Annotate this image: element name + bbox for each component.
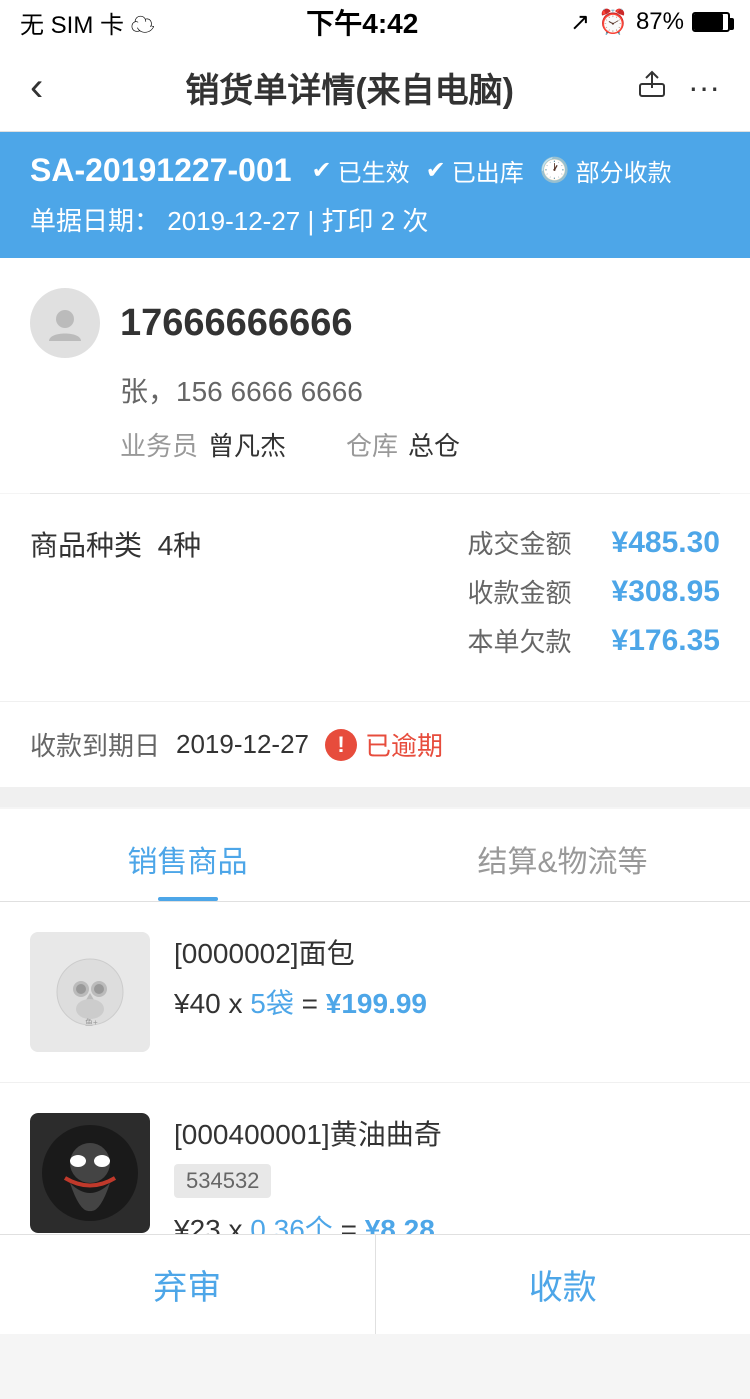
bottom-actions: 弃审 收款 [0, 1234, 750, 1334]
check-icon-1: ✔ [312, 156, 332, 185]
overdue-icon: ! [325, 729, 357, 761]
back-button[interactable]: ‹ [30, 65, 43, 110]
customer-name-detail: 张，156 6666 6666 [30, 370, 720, 410]
list-item: 鱼+ [0000002]面包 ¥40 x 5袋 = ¥199.99 [0, 902, 750, 1083]
product-list: 鱼+ [0000002]面包 ¥40 x 5袋 = ¥199.99 [0, 902, 750, 1279]
overdue-text: 已逾期 [365, 726, 443, 763]
product-tag-2: 534532 [174, 1164, 271, 1198]
tab-sales-products[interactable]: 销售商品 [0, 809, 375, 901]
more-button[interactable]: ··· [688, 69, 720, 106]
nav-bar: ‹ 销货单详情(来自电脑) ··· [0, 44, 750, 132]
warehouse: 仓库 总仓 [346, 426, 460, 463]
received-amount-row: 收款金额 ¥308.95 [468, 573, 720, 610]
order-date: 单据日期： 2019-12-27 | 打印 2 次 [30, 201, 720, 238]
overdue-badge: ! 已逾期 [325, 726, 443, 763]
summary-left: 商品种类 4种 [30, 524, 201, 570]
customer-meta: 业务员 曾凡杰 仓库 总仓 [30, 426, 720, 463]
nav-actions: ··· [636, 68, 720, 108]
category-item: 商品种类 4种 [30, 524, 201, 564]
status-time: 下午4:42 [306, 2, 418, 42]
battery-icon [692, 12, 730, 32]
sales-person: 业务员 曾凡杰 [120, 426, 286, 463]
due-label: 收款到期日 [30, 726, 160, 763]
badge-shipped: ✔ 已出库 [426, 153, 524, 188]
product-price-1: ¥40 x 5袋 = ¥199.99 [174, 982, 720, 1022]
badge-partial: 🕐 部分收款 [540, 153, 672, 188]
summary-section: 商品种类 4种 成交金额 ¥485.30 收款金额 ¥308.95 本单欠款 ¥… [0, 494, 750, 701]
product-info-1: [0000002]面包 ¥40 x 5袋 = ¥199.99 [174, 932, 720, 1052]
customer-phone: 17666666666 [120, 302, 352, 345]
signal-text: 无 SIM 卡 ☁ [20, 5, 155, 40]
abandon-review-button[interactable]: 弃审 [0, 1235, 376, 1334]
clock-icon: 🕐 [540, 156, 570, 185]
order-badges: ✔ 已生效 ✔ 已出库 🕐 部分收款 [312, 153, 672, 188]
product-info-2: [000400001]黄油曲奇 534532 ¥23 x 0.36个 = ¥8.… [174, 1113, 720, 1248]
avatar [30, 288, 100, 358]
order-header: SA-20191227-001 ✔ 已生效 ✔ 已出库 🕐 部分收款 单据日期：… [0, 132, 750, 258]
location-icon: ↗ [570, 8, 590, 37]
product-image-1: 鱼+ [30, 932, 150, 1052]
due-date-value: 2019-12-27 [176, 729, 309, 760]
deal-amount-row: 成交金额 ¥485.30 [468, 524, 720, 561]
product-name-2: [000400001]黄油曲奇 [174, 1113, 720, 1153]
tabs-header: 销售商品 结算&物流等 [0, 809, 750, 902]
svg-text:鱼+: 鱼+ [85, 1017, 98, 1027]
product-name-1: [0000002]面包 [174, 932, 720, 972]
due-date-section: 收款到期日 2019-12-27 ! 已逾期 [0, 701, 750, 787]
collect-payment-button[interactable]: 收款 [376, 1235, 750, 1334]
status-left: 无 SIM 卡 ☁ [20, 5, 155, 40]
status-bar: 无 SIM 卡 ☁ 下午4:42 ↗ ⏰ 87% [0, 0, 750, 44]
badge-effective: ✔ 已生效 [312, 153, 410, 188]
order-id: SA-20191227-001 [30, 152, 292, 189]
page-title: 销货单详情(来自电脑) [63, 63, 636, 112]
section-divider [0, 787, 750, 807]
battery-text: 87% [636, 8, 684, 36]
check-icon-2: ✔ [426, 156, 446, 185]
owed-amount-row: 本单欠款 ¥176.35 [468, 622, 720, 659]
customer-section: 17666666666 张，156 6666 6666 业务员 曾凡杰 仓库 总… [0, 258, 750, 493]
product-image-2 [30, 1113, 150, 1233]
status-right: ↗ ⏰ 87% [570, 8, 730, 37]
share-button[interactable] [636, 68, 668, 108]
alarm-icon: ⏰ [598, 8, 628, 37]
summary-right: 成交金额 ¥485.30 收款金额 ¥308.95 本单欠款 ¥176.35 [468, 524, 720, 671]
tab-settlement[interactable]: 结算&物流等 [375, 809, 750, 901]
tabs-section: 销售商品 结算&物流等 [0, 809, 750, 1279]
